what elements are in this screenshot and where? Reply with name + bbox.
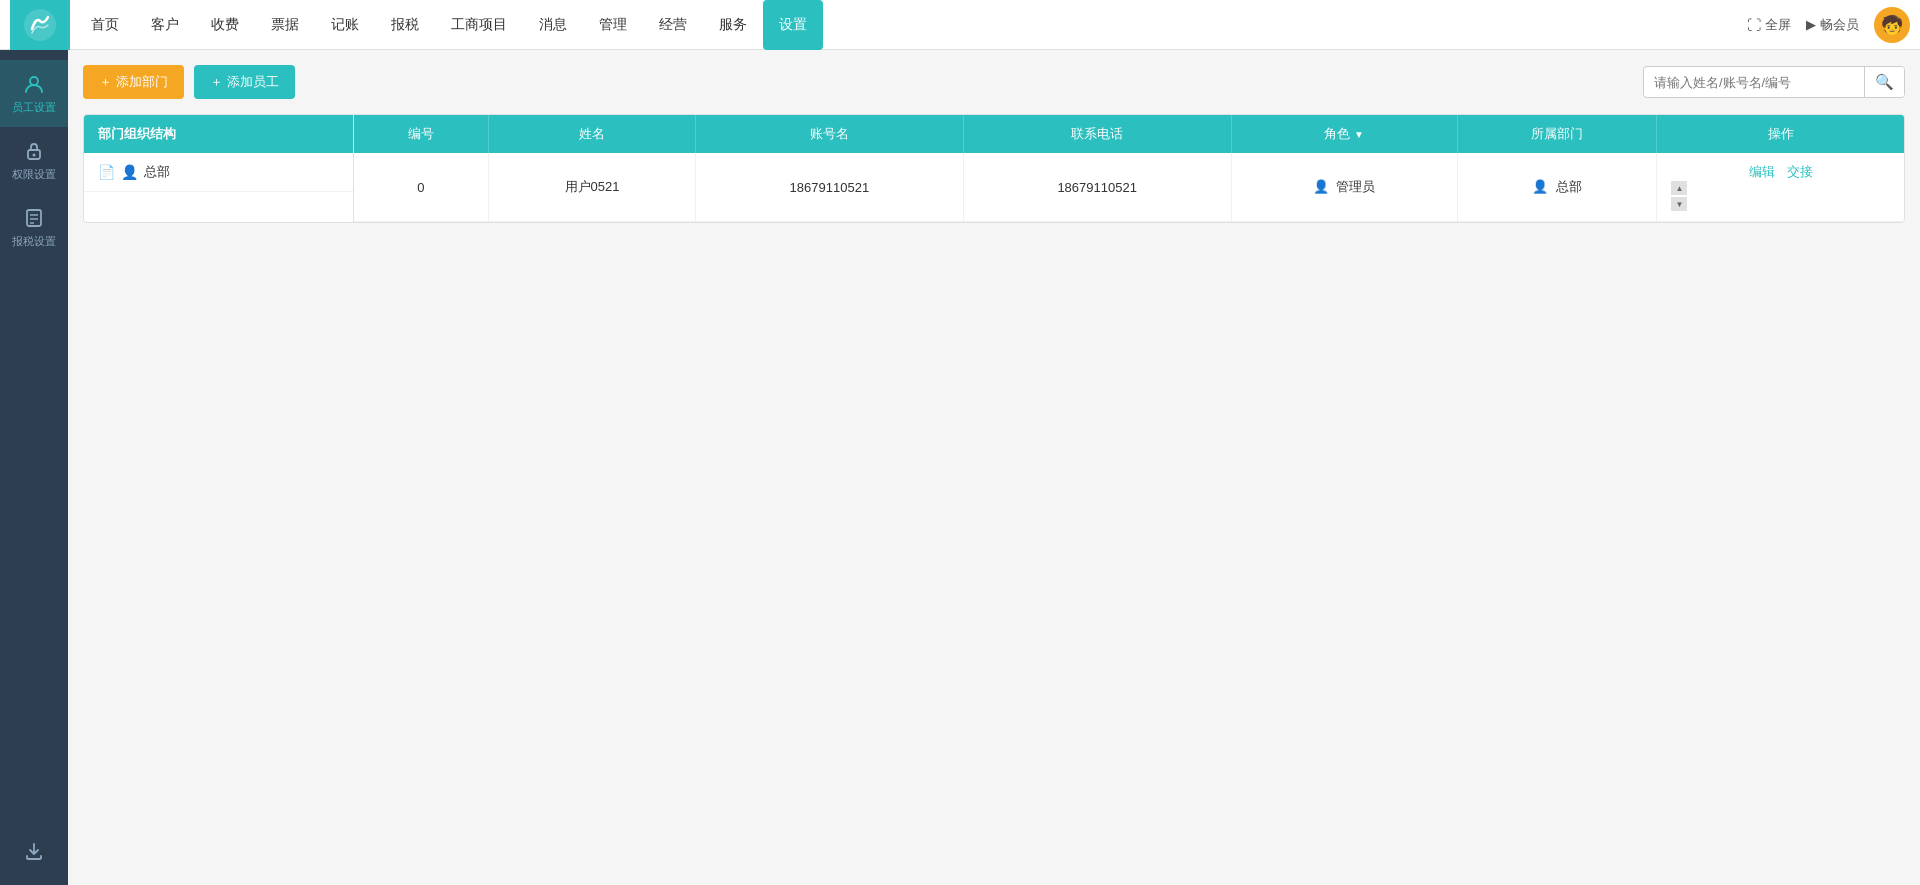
- plus-icon-dept: ＋: [99, 73, 112, 91]
- nav-manage[interactable]: 管理: [583, 0, 643, 50]
- th-name: 姓名: [488, 115, 695, 153]
- logo: [10, 0, 70, 50]
- sidebar-tax-label: 报税设置: [12, 234, 56, 249]
- emp-table-wrap: 编号 姓名 账号名 联系电话: [354, 115, 1904, 222]
- edit-link[interactable]: 编辑: [1749, 164, 1775, 179]
- sidebar-item-employee[interactable]: 员工设置: [0, 60, 68, 127]
- nav-service[interactable]: 服务: [703, 0, 763, 50]
- table-row: 0 用户0521 18679110521 18679110521: [354, 153, 1904, 222]
- user-settings-icon: [22, 72, 46, 96]
- nav-settings[interactable]: 设置: [763, 0, 823, 50]
- avatar[interactable]: 🧒: [1874, 7, 1910, 43]
- role-user-icon: 👤: [1313, 179, 1329, 194]
- scroll-up-btn[interactable]: ▲: [1671, 181, 1687, 195]
- sidebar-bottom: [0, 827, 68, 885]
- top-navigation: 首页 客户 收费 票据 记账 报税 工商项目 消息 管理 经营 服务 设置 ⛶ …: [0, 0, 1920, 50]
- cell-phone: 18679110521: [963, 153, 1231, 222]
- transfer-link[interactable]: 交接: [1787, 164, 1813, 179]
- main-layout: 员工设置 权限设置 报税设置: [0, 50, 1920, 885]
- avatar-icon: 🧒: [1881, 14, 1903, 36]
- add-dept-button[interactable]: ＋ 添加部门: [83, 65, 184, 99]
- top-nav-right: ⛶ 全屏 ▶ 畅会员 🧒: [1747, 7, 1910, 43]
- th-dept: 所属部门: [1457, 115, 1657, 153]
- member-icon: ▶: [1806, 17, 1816, 32]
- dept-tree-title: 部门组织结构: [98, 126, 176, 141]
- file-icon: 📄: [98, 164, 115, 180]
- svg-point-0: [24, 9, 56, 41]
- nav-tax[interactable]: 报税: [375, 0, 435, 50]
- search-icon: 🔍: [1875, 73, 1894, 90]
- nav-tickets[interactable]: 票据: [255, 0, 315, 50]
- sidebar-permission-label: 权限设置: [12, 167, 56, 182]
- download-icon: [22, 839, 46, 863]
- add-emp-label: 添加员工: [227, 73, 279, 91]
- fullscreen-label: 全屏: [1765, 16, 1791, 34]
- th-phone: 联系电话: [963, 115, 1231, 153]
- cell-number: 0: [354, 153, 488, 222]
- search-input[interactable]: [1644, 69, 1864, 96]
- action-scroll: ▲ ▼: [1671, 181, 1890, 211]
- svg-point-1: [30, 77, 38, 85]
- cell-action: 编辑 交接 ▲ ▼: [1657, 153, 1904, 222]
- search-box: 🔍: [1643, 66, 1905, 98]
- main-panel: 部门组织结构 📄 👤 总部 编号: [83, 114, 1905, 223]
- cell-account: 18679110521: [696, 153, 964, 222]
- sidebar: 员工设置 权限设置 报税设置: [0, 50, 68, 885]
- lock-settings-icon: [22, 139, 46, 163]
- add-emp-button[interactable]: ＋ 添加员工: [194, 65, 295, 99]
- dept-name-general: 总部: [144, 163, 170, 181]
- th-action: 操作: [1657, 115, 1904, 153]
- table-header-row: 编号 姓名 账号名 联系电话: [354, 115, 1904, 153]
- sidebar-item-tax-settings[interactable]: 报税设置: [0, 194, 68, 261]
- th-role: 角色 ▼: [1231, 115, 1457, 153]
- nav-business[interactable]: 工商项目: [435, 0, 523, 50]
- th-account: 账号名: [696, 115, 964, 153]
- nav-billing[interactable]: 收费: [195, 0, 255, 50]
- cell-name: 用户0521: [488, 153, 695, 222]
- role-filter-icon[interactable]: ▼: [1354, 129, 1364, 140]
- dept-tree: 部门组织结构 📄 👤 总部: [84, 115, 354, 222]
- nav-accounting[interactable]: 记账: [315, 0, 375, 50]
- add-dept-label: 添加部门: [116, 73, 168, 91]
- scroll-down-btn[interactable]: ▼: [1671, 197, 1687, 211]
- svg-point-3: [33, 154, 36, 157]
- toolbar: ＋ 添加部门 ＋ 添加员工 🔍: [83, 65, 1905, 99]
- plus-icon-emp: ＋: [210, 73, 223, 91]
- sidebar-employee-label: 员工设置: [12, 100, 56, 115]
- sidebar-download[interactable]: [0, 827, 68, 875]
- tax-settings-icon: [22, 206, 46, 230]
- sidebar-item-permission[interactable]: 权限设置: [0, 127, 68, 194]
- nav-items: 首页 客户 收费 票据 记账 报税 工商项目 消息 管理 经营 服务 设置: [75, 0, 1747, 50]
- member-button[interactable]: ▶ 畅会员: [1806, 16, 1859, 34]
- nav-home[interactable]: 首页: [75, 0, 135, 50]
- emp-table: 编号 姓名 账号名 联系电话: [354, 115, 1904, 222]
- cell-role: 👤 管理员: [1231, 153, 1457, 222]
- dept-tree-header: 部门组织结构: [84, 115, 353, 153]
- member-label: 畅会员: [1820, 16, 1859, 34]
- nav-operations[interactable]: 经营: [643, 0, 703, 50]
- fullscreen-icon: ⛶: [1747, 17, 1761, 33]
- nav-client[interactable]: 客户: [135, 0, 195, 50]
- cell-dept: 👤 总部: [1457, 153, 1657, 222]
- search-button[interactable]: 🔍: [1864, 67, 1904, 97]
- th-number: 编号: [354, 115, 488, 153]
- user-icon-dept: 👤: [121, 164, 138, 180]
- fullscreen-button[interactable]: ⛶ 全屏: [1747, 16, 1791, 34]
- nav-message[interactable]: 消息: [523, 0, 583, 50]
- dept-user-icon: 👤: [1532, 179, 1548, 194]
- dept-tree-item-general[interactable]: 📄 👤 总部: [84, 153, 353, 192]
- content-area: ＋ 添加部门 ＋ 添加员工 🔍 部门组织结构 📄: [68, 50, 1920, 885]
